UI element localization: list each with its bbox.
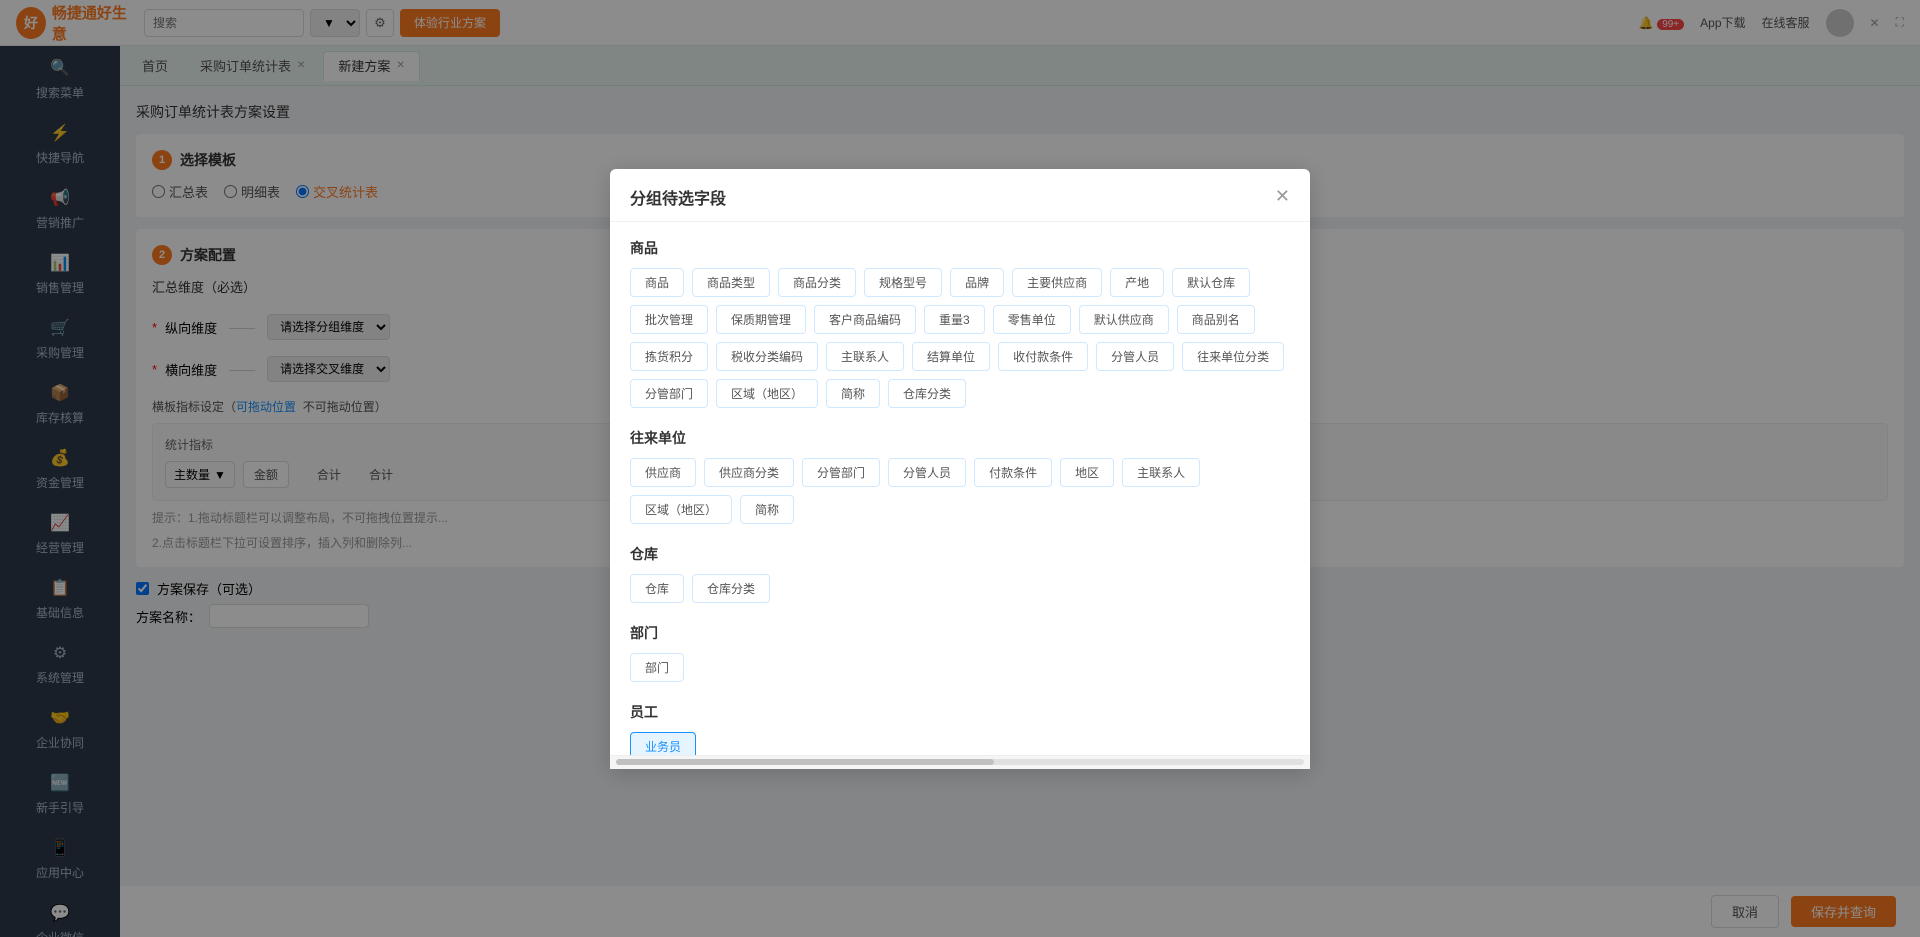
field-tag-pick-score[interactable]: 拣货积分 <box>630 342 708 371</box>
field-tag-partner-manager[interactable]: 分管人员 <box>888 458 966 487</box>
field-tag-customer-code[interactable]: 客户商品编码 <box>814 305 916 334</box>
field-tag-partner-contact[interactable]: 主联系人 <box>1122 458 1200 487</box>
field-tag-main-contact[interactable]: 主联系人 <box>826 342 904 371</box>
field-tag-goods-category[interactable]: 商品分类 <box>778 268 856 297</box>
field-tag-settlement-unit[interactable]: 结算单位 <box>912 342 990 371</box>
field-tag-goods-alias[interactable]: 商品别名 <box>1177 305 1255 334</box>
field-tag-manager[interactable]: 分管人员 <box>1096 342 1174 371</box>
field-tag-warehouse[interactable]: 仓库 <box>630 574 684 603</box>
field-tag-area[interactable]: 地区 <box>1060 458 1114 487</box>
section-title-warehouse: 仓库 <box>630 544 1290 564</box>
modal-body: 商品 商品 商品类型 商品分类 规格型号 品牌 主要供应商 产地 默认仓库 批次… <box>610 222 1310 755</box>
field-tag-wh-category[interactable]: 仓库分类 <box>692 574 770 603</box>
field-tag-goods[interactable]: 商品 <box>630 268 684 297</box>
section-title-dept: 部门 <box>630 623 1290 643</box>
field-tag-partner-region[interactable]: 区域（地区） <box>630 495 732 524</box>
field-tag-tax-code[interactable]: 税收分类编码 <box>716 342 818 371</box>
staff-field-tags: 业务员 <box>630 732 1290 755</box>
modal-header: 分组待选字段 ✕ <box>610 169 1310 222</box>
field-tag-salesperson[interactable]: 业务员 <box>630 732 696 755</box>
field-section-staff: 员工 业务员 <box>630 702 1290 755</box>
field-tag-default-warehouse[interactable]: 默认仓库 <box>1172 268 1250 297</box>
field-tag-warehouse-category[interactable]: 仓库分类 <box>888 379 966 408</box>
section-title-goods: 商品 <box>630 238 1290 258</box>
field-tag-partner-payment[interactable]: 付款条件 <box>974 458 1052 487</box>
partners-field-tags: 供应商 供应商分类 分管部门 分管人员 付款条件 地区 主联系人 区域（地区） … <box>630 458 1290 524</box>
modal-close-button[interactable]: ✕ <box>1275 186 1290 207</box>
field-tag-department[interactable]: 部门 <box>630 653 684 682</box>
field-tag-partner-dept[interactable]: 分管部门 <box>802 458 880 487</box>
field-tag-partner-abbr[interactable]: 简称 <box>740 495 794 524</box>
field-tag-weight[interactable]: 重量3 <box>924 305 985 334</box>
field-tag-default-supplier[interactable]: 默认供应商 <box>1079 305 1169 334</box>
field-tag-abbr[interactable]: 简称 <box>826 379 880 408</box>
field-tag-goods-type[interactable]: 商品类型 <box>692 268 770 297</box>
field-section-goods: 商品 商品 商品类型 商品分类 规格型号 品牌 主要供应商 产地 默认仓库 批次… <box>630 238 1290 408</box>
field-tag-origin[interactable]: 产地 <box>1110 268 1164 297</box>
hscroll-thumb <box>616 759 994 765</box>
field-tag-batch-mgmt[interactable]: 批次管理 <box>630 305 708 334</box>
field-tag-supplier[interactable]: 供应商 <box>630 458 696 487</box>
field-tag-dept[interactable]: 分管部门 <box>630 379 708 408</box>
field-tag-brand[interactable]: 品牌 <box>950 268 1004 297</box>
goods-field-tags: 商品 商品类型 商品分类 规格型号 品牌 主要供应商 产地 默认仓库 批次管理 … <box>630 268 1290 408</box>
warehouse-field-tags: 仓库 仓库分类 <box>630 574 1290 603</box>
field-section-partners: 往来单位 供应商 供应商分类 分管部门 分管人员 付款条件 地区 主联系人 区域… <box>630 428 1290 524</box>
field-tag-shelf-life[interactable]: 保质期管理 <box>716 305 806 334</box>
modal-hscroll[interactable] <box>610 755 1310 769</box>
field-tag-retail-unit[interactable]: 零售单位 <box>993 305 1071 334</box>
field-tag-main-supplier[interactable]: 主要供应商 <box>1012 268 1102 297</box>
field-tag-spec[interactable]: 规格型号 <box>864 268 942 297</box>
field-section-warehouse: 仓库 仓库 仓库分类 <box>630 544 1290 603</box>
field-tag-region[interactable]: 区域（地区） <box>716 379 818 408</box>
field-tag-payment-terms[interactable]: 收付款条件 <box>998 342 1088 371</box>
hscroll-track <box>616 759 1304 765</box>
field-section-dept: 部门 部门 <box>630 623 1290 682</box>
modal-overlay: 分组待选字段 ✕ 商品 商品 商品类型 商品分类 规格型号 品牌 主要供应商 产… <box>0 0 1920 937</box>
section-title-staff: 员工 <box>630 702 1290 722</box>
field-selection-modal: 分组待选字段 ✕ 商品 商品 商品类型 商品分类 规格型号 品牌 主要供应商 产… <box>610 169 1310 769</box>
section-title-partners: 往来单位 <box>630 428 1290 448</box>
field-tag-partner-category[interactable]: 往来单位分类 <box>1182 342 1284 371</box>
dept-field-tags: 部门 <box>630 653 1290 682</box>
modal-title: 分组待选字段 <box>630 185 726 209</box>
field-tag-supplier-category[interactable]: 供应商分类 <box>704 458 794 487</box>
